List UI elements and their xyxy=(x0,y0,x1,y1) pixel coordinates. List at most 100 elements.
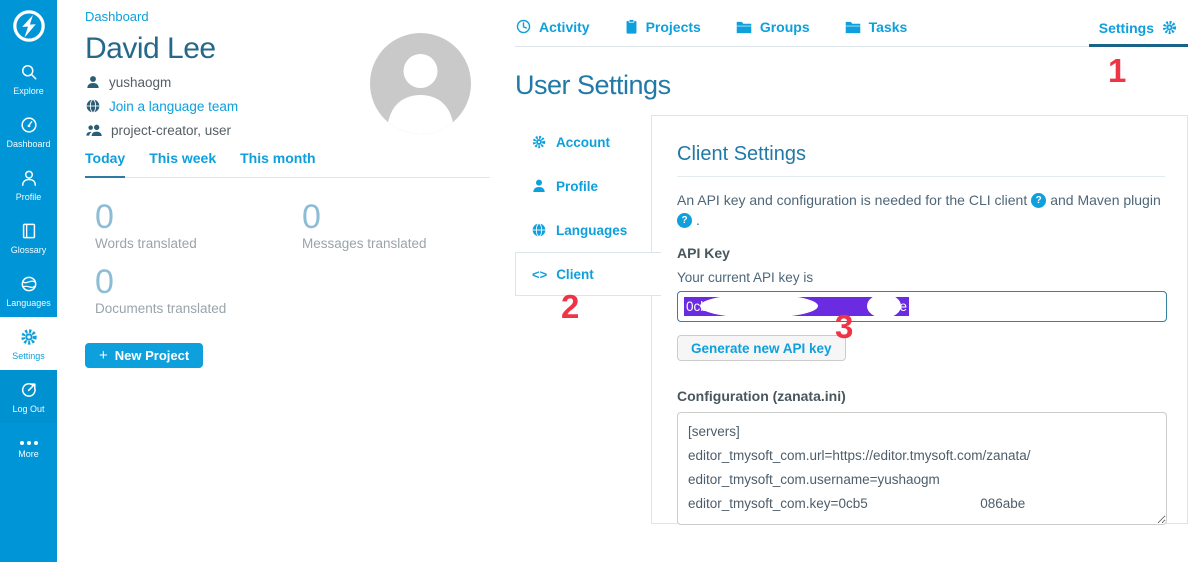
ellipsis-icon xyxy=(19,440,38,445)
search-icon xyxy=(19,62,39,82)
section-divider xyxy=(677,176,1165,177)
sidebar-item-logout[interactable]: Log Out xyxy=(0,370,57,423)
description-text: and Maven plugin xyxy=(1050,192,1161,208)
settings-nav-languages[interactable]: Languages xyxy=(515,208,660,252)
maven-plugin-help-icon[interactable]: ? xyxy=(677,212,692,228)
sidebar-item-label: Dashboard xyxy=(6,138,51,149)
client-settings-description: An API key and configuration is needed f… xyxy=(677,192,1165,228)
annotation-step-3: 3 xyxy=(835,308,854,345)
code-icon: <> xyxy=(532,266,548,282)
activity-period-tabs: Today This week This month xyxy=(85,150,490,178)
sidebar-item-glossary[interactable]: Glossary xyxy=(0,211,57,264)
new-project-label: New Project xyxy=(114,348,190,363)
stat-value: 0 xyxy=(95,198,114,236)
globe-icon xyxy=(86,99,100,113)
api-key-selected-text: 0cb5 be xyxy=(684,294,909,318)
tab-groups[interactable]: Groups xyxy=(735,18,810,35)
settings-nav-client-label: Client xyxy=(556,266,594,282)
client-settings-panel: Client Settings An API key and configura… xyxy=(651,115,1188,525)
settings-nav-account[interactable]: Account xyxy=(515,120,660,164)
sidebar-item-dashboard[interactable]: Dashboard xyxy=(0,105,57,158)
redaction-blob xyxy=(700,294,818,318)
settings-nav-profile-label: Profile xyxy=(556,178,599,194)
book-icon xyxy=(19,221,39,241)
dashboard-tab-bar: Activity Projects Groups Tasks Settings xyxy=(515,0,1188,47)
tab-tasks-label: Tasks xyxy=(868,18,908,35)
tab-tasks[interactable]: Tasks xyxy=(844,18,908,35)
sidebar-item-label: Explore xyxy=(13,85,44,96)
stat-value: 0 xyxy=(302,198,321,236)
api-key-caption: Your current API key is xyxy=(677,270,814,285)
annotation-step-1: 1 xyxy=(1108,52,1127,89)
sidebar-item-label: Profile xyxy=(15,191,42,202)
description-text: An API key and configuration is needed f… xyxy=(677,192,1028,208)
tab-projects[interactable]: Projects xyxy=(624,18,701,35)
stat-label: Words translated xyxy=(95,236,197,251)
client-settings-title: Client Settings xyxy=(677,143,806,165)
tab-activity[interactable]: Activity xyxy=(515,18,590,35)
folder-icon xyxy=(845,21,860,33)
gear-icon xyxy=(532,135,546,149)
description-text: . xyxy=(696,212,700,228)
clock-icon xyxy=(516,19,531,34)
globe-icon xyxy=(19,274,39,294)
gear-icon xyxy=(19,327,39,347)
logout-icon xyxy=(19,380,39,400)
cli-client-help-icon[interactable]: ? xyxy=(1031,192,1047,208)
zanata-ini-textarea[interactable]: [servers] editor_tmysoft_com.url=https:/… xyxy=(677,412,1167,525)
tab-activity-label: Activity xyxy=(539,18,590,35)
generate-api-key-button[interactable]: Generate new API key xyxy=(677,335,846,361)
tab-this-month[interactable]: This month xyxy=(240,150,315,178)
clipboard-icon xyxy=(626,18,637,34)
tab-projects-label: Projects xyxy=(645,18,701,35)
stat-documents-translated: 0 Documents translated xyxy=(95,265,302,316)
sidebar-item-label: Settings xyxy=(12,350,45,361)
plus-icon: + xyxy=(99,347,108,364)
tab-settings[interactable]: Settings xyxy=(1088,11,1188,47)
sidebar-item-languages[interactable]: Languages xyxy=(0,264,57,317)
configuration-heading: Configuration (zanata.ini) xyxy=(677,388,846,404)
app-sidebar: Explore Dashboard Profile Glossary Langu xyxy=(0,0,57,562)
sidebar-item-label: Log Out xyxy=(12,403,45,414)
tab-settings-label: Settings xyxy=(1098,19,1154,36)
tab-today[interactable]: Today xyxy=(85,150,126,178)
username-text: yushaogm xyxy=(109,74,172,90)
stat-words-translated: 0 Words translated xyxy=(95,200,302,251)
annotation-step-2: 2 xyxy=(561,288,580,325)
settings-nav-account-label: Account xyxy=(556,134,610,150)
tab-groups-label: Groups xyxy=(759,18,810,35)
zanata-logo[interactable] xyxy=(0,0,57,52)
zanata-logo-icon xyxy=(12,10,45,42)
settings-nav-profile[interactable]: Profile xyxy=(515,164,660,208)
tab-this-week[interactable]: This week xyxy=(149,150,216,178)
breadcrumb-dashboard-link[interactable]: Dashboard xyxy=(85,9,149,24)
stat-messages-translated: 0 Messages translated xyxy=(302,200,495,251)
sidebar-item-label: Languages xyxy=(6,297,51,308)
gear-icon xyxy=(1162,20,1177,35)
new-project-button[interactable]: + New Project xyxy=(85,343,204,368)
person-icon xyxy=(19,168,39,188)
roles-text: project-creator, user xyxy=(111,122,232,138)
folder-icon xyxy=(736,21,752,33)
settings-nav-languages-label: Languages xyxy=(556,222,628,238)
sidebar-item-settings[interactable]: Settings xyxy=(0,317,57,370)
redaction-blob xyxy=(867,294,901,318)
api-key-input[interactable]: 0cb5 be xyxy=(677,291,1167,322)
settings-nav-client[interactable]: <> Client xyxy=(515,252,661,296)
sidebar-item-explore[interactable]: Explore xyxy=(0,52,57,105)
globe-icon xyxy=(532,223,546,237)
person-icon xyxy=(87,76,99,88)
translation-stats: 0 Words translated 0 Messages translated… xyxy=(95,200,495,316)
dashboard-gauge-icon xyxy=(19,115,39,135)
settings-nav: Account Profile Languages <> Client xyxy=(515,120,661,296)
sidebar-item-profile[interactable]: Profile xyxy=(0,158,57,211)
sidebar-item-label: More xyxy=(18,448,39,459)
person-icon xyxy=(533,179,545,192)
stat-label: Messages translated xyxy=(302,236,427,251)
sidebar-item-more[interactable]: More xyxy=(0,423,57,476)
page-title: User Settings xyxy=(515,70,671,100)
stat-label: Documents translated xyxy=(95,301,227,316)
stat-value: 0 xyxy=(95,263,114,301)
api-key-heading: API Key xyxy=(677,245,730,261)
join-language-team-label: Join a language team xyxy=(109,98,239,114)
